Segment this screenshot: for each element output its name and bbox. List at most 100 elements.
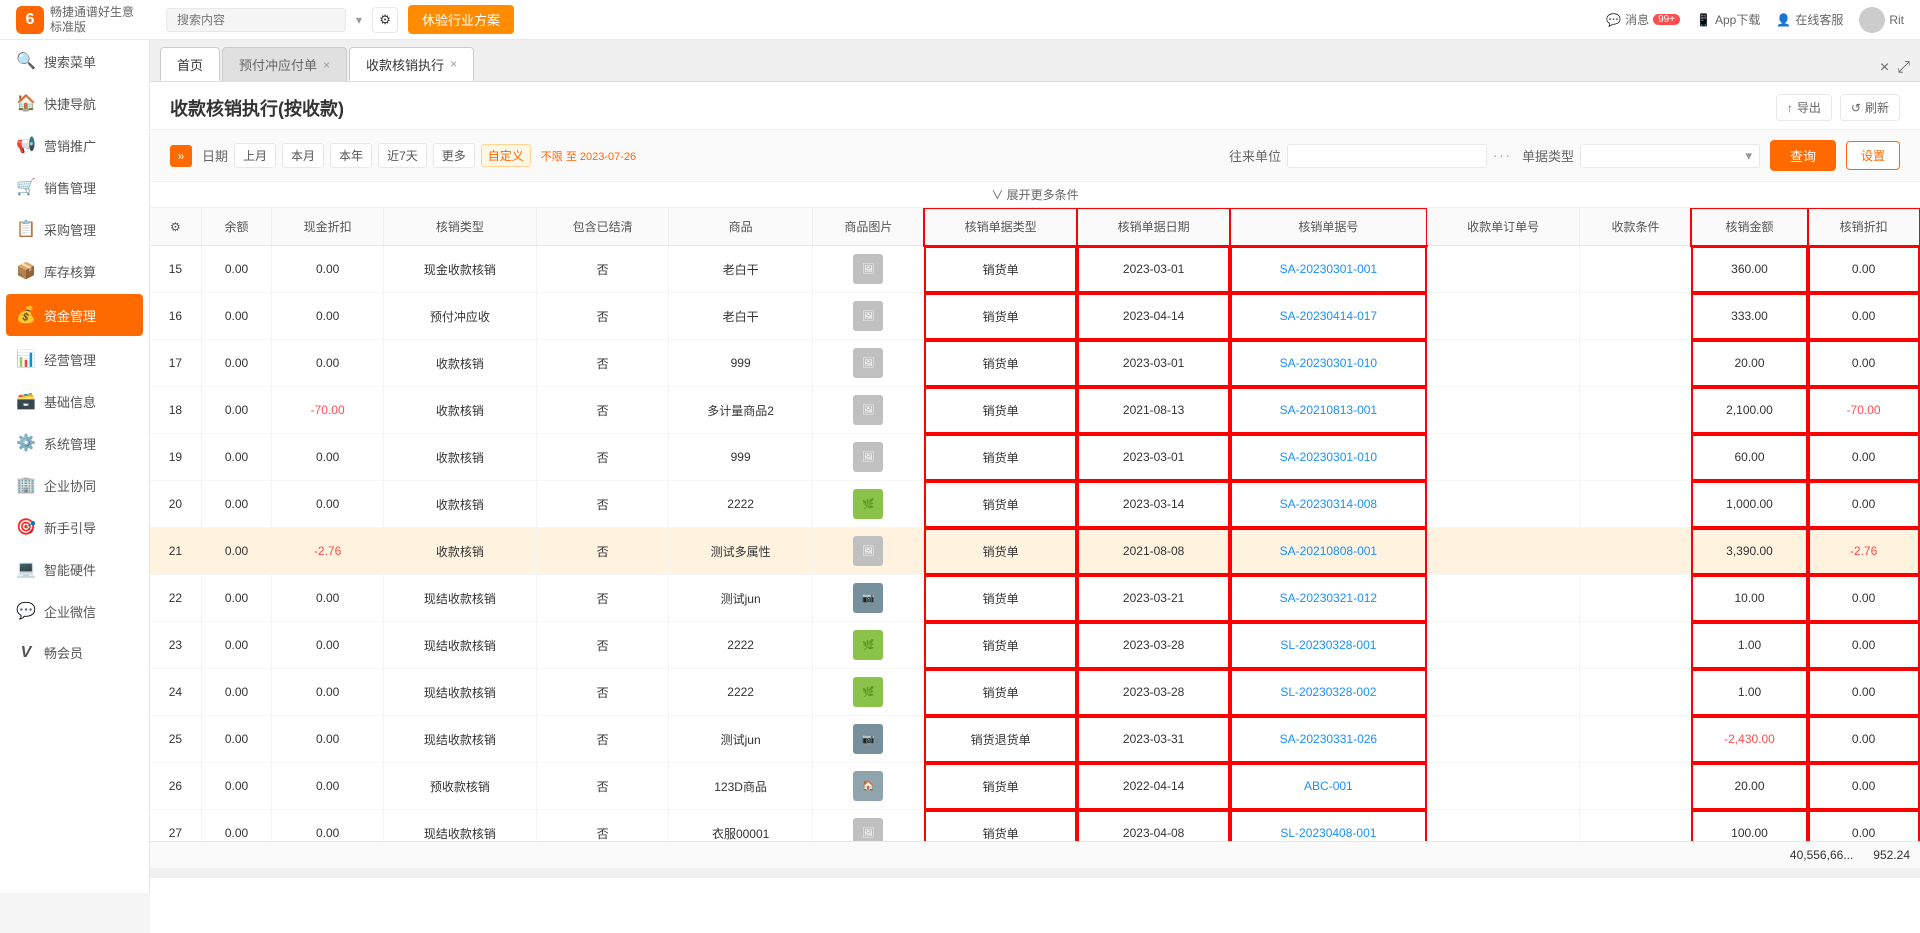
tab-close-all-icon[interactable]: × <box>1880 59 1889 77</box>
sidebar-item-finance[interactable]: 💰 资金管理 <box>6 294 143 336</box>
search-input[interactable] <box>166 8 346 32</box>
sidebar-item-guide[interactable]: 🎯 新手引导 <box>0 506 149 548</box>
refresh-button[interactable]: ↺ 刷新 <box>1840 94 1900 121</box>
voucher-no-link[interactable]: SA-20230301-010 <box>1280 356 1377 370</box>
voucher-no-link[interactable]: SA-20230314-008 <box>1280 497 1377 511</box>
col-gear[interactable]: ⚙ <box>150 208 201 246</box>
voucher-no-link[interactable]: SL-20230328-001 <box>1280 638 1376 652</box>
user-menu[interactable]: Rit <box>1859 7 1904 33</box>
query-button[interactable]: 查询 <box>1770 140 1836 171</box>
cell-goods: 999 <box>669 340 813 387</box>
page-header: 收款核销执行(按收款) ↑ 导出 ↺ 刷新 <box>150 82 1920 130</box>
cell-cancel-amount: 1,000.00 <box>1691 481 1807 528</box>
cell-cancel-voucher-date: 2021-08-08 <box>1077 528 1230 575</box>
sidebar-item-system[interactable]: ⚙️ 系统管理 <box>0 422 149 464</box>
voucher-no-link[interactable]: SA-20230414-017 <box>1280 309 1377 323</box>
voucher-no-link[interactable]: SL-20230408-001 <box>1280 826 1376 840</box>
date-last-7days[interactable]: 近7天 <box>378 143 427 168</box>
date-this-year[interactable]: 本年 <box>330 143 372 168</box>
notification-button[interactable]: 💬 消息 99+ <box>1606 11 1680 28</box>
cell-cancel-voucher-no[interactable]: SA-20230301-001 <box>1230 246 1427 293</box>
cell-cancel-voucher-no[interactable]: SA-20230301-010 <box>1230 340 1427 387</box>
date-this-month[interactable]: 本月 <box>282 143 324 168</box>
online-service-button[interactable]: 👤 在线客服 <box>1776 11 1843 28</box>
app-download-button[interactable]: 📱 App下载 <box>1696 11 1760 28</box>
sidebar-item-label: 智能硬件 <box>44 560 96 579</box>
sidebar-item-label: 经营管理 <box>44 350 96 369</box>
voucher-no-link[interactable]: SA-20230301-001 <box>1280 262 1377 276</box>
cell-cancel-discount: 0.00 <box>1808 481 1920 528</box>
expand-icon[interactable]: » <box>170 145 192 167</box>
dropdown-arrow-icon[interactable]: ▾ <box>356 13 362 27</box>
cell-cancel-voucher-no[interactable]: SL-20230328-001 <box>1230 622 1427 669</box>
tab-receipt-cancel[interactable]: 收款核销执行 × <box>349 47 474 81</box>
tab-home[interactable]: 首页 <box>160 47 220 81</box>
voucher-no-link[interactable]: SA-20230321-012 <box>1280 591 1377 605</box>
tab-prepay[interactable]: 预付冲应付单 × <box>222 47 347 81</box>
cell-cash-discount: 0.00 <box>272 293 384 340</box>
voucher-no-link[interactable]: SA-20230331-026 <box>1280 732 1377 746</box>
cell-cancel-voucher-no[interactable]: SA-20230301-010 <box>1230 434 1427 481</box>
cell-goods-image: 🖼 <box>813 387 925 434</box>
voucher-no-link[interactable]: SA-20210808-001 <box>1280 544 1377 558</box>
expand-more-bar[interactable]: ∨ 展开更多条件 <box>150 182 1920 208</box>
cell-cancel-voucher-no[interactable]: SA-20230414-017 <box>1230 293 1427 340</box>
cell-cancel-voucher-no[interactable]: SL-20230408-001 <box>1230 810 1427 842</box>
sidebar-item-operation[interactable]: 📊 经营管理 <box>0 338 149 380</box>
cell-cancel-voucher-no[interactable]: ABC-001 <box>1230 763 1427 810</box>
cell-cancel-amount: 2,100.00 <box>1691 387 1807 434</box>
cell-cancel-voucher-date: 2022-04-14 <box>1077 763 1230 810</box>
tab-receipt-cancel-close[interactable]: × <box>450 57 457 71</box>
cell-cancel-voucher-no[interactable]: SA-20210813-001 <box>1230 387 1427 434</box>
cell-cancel-voucher-no[interactable]: SA-20230314-008 <box>1230 481 1427 528</box>
tab-prepay-close[interactable]: × <box>323 58 330 72</box>
sidebar-item-corp[interactable]: 🏢 企业协同 <box>0 464 149 506</box>
cell-cancel-voucher-no[interactable]: SA-20210808-001 <box>1230 528 1427 575</box>
tab-expand-icon[interactable]: ⤢ <box>1897 59 1910 77</box>
top-bar-center: ▾ ⚙ 休验行业方案 <box>166 5 1606 34</box>
sidebar-item-marketing[interactable]: 📢 营销推广 <box>0 124 149 166</box>
voucher-no-link[interactable]: SL-20230328-002 <box>1280 685 1376 699</box>
sidebar-item-purchase[interactable]: 📋 采购管理 <box>0 208 149 250</box>
sidebar-item-hardware[interactable]: 💻 智能硬件 <box>0 548 149 590</box>
avatar <box>1859 7 1885 33</box>
sidebar-item-quick[interactable]: 🏠 快捷导航 <box>0 82 149 124</box>
cell-cancel-discount: 0.00 <box>1808 246 1920 293</box>
horizontal-scrollbar[interactable] <box>150 868 1920 878</box>
cell-cancel-voucher-no[interactable]: SA-20230321-012 <box>1230 575 1427 622</box>
sidebar-item-member[interactable]: V 畅会员 <box>0 632 149 673</box>
export-button[interactable]: ↑ 导出 <box>1776 94 1832 121</box>
page-title: 收款核销执行(按收款) <box>170 95 344 121</box>
cell-cash-discount: 0.00 <box>272 763 384 810</box>
voucher-no-link[interactable]: ABC-001 <box>1304 779 1353 793</box>
cell-goods-image: 🖼 <box>813 434 925 481</box>
col-cancel-discount: 核销折扣 <box>1808 208 1920 246</box>
date-custom-btn[interactable]: 自定义 <box>481 144 531 167</box>
sidebar-item-search[interactable]: 🔍 搜索菜单 <box>0 40 149 82</box>
sidebar-item-wechat[interactable]: 💬 企业微信 <box>0 590 149 632</box>
cell-cancel-voucher-no[interactable]: SL-20230328-002 <box>1230 669 1427 716</box>
tab-home-label: 首页 <box>177 55 203 74</box>
sidebar-item-sales[interactable]: 🛒 销售管理 <box>0 166 149 208</box>
cell-cancel-voucher-type: 销货单 <box>924 763 1077 810</box>
sidebar-item-label: 畅会员 <box>44 643 83 662</box>
cell-balance: 0.00 <box>201 716 271 763</box>
voucher-no-link[interactable]: SA-20230301-010 <box>1280 450 1377 464</box>
sidebar-item-label: 资金管理 <box>44 306 96 325</box>
date-more[interactable]: 更多 <box>433 143 475 168</box>
cell-balance: 0.00 <box>201 669 271 716</box>
table-row: 15 0.00 0.00 现金收款核销 否 老白干 🖼 销货单 2023-03-… <box>150 246 1920 293</box>
sidebar-item-inventory[interactable]: 📦 库存核算 <box>0 250 149 292</box>
cell-cancel-type: 现结收款核销 <box>383 669 536 716</box>
settings-button-filter[interactable]: 设置 <box>1846 141 1900 170</box>
cell-cancel-voucher-no[interactable]: SA-20230331-026 <box>1230 716 1427 763</box>
industry-button[interactable]: 休验行业方案 <box>408 5 514 34</box>
date-last-month[interactable]: 上月 <box>234 143 276 168</box>
sidebar-item-basic[interactable]: 🗃️ 基础信息 <box>0 380 149 422</box>
settings-button[interactable]: ⚙ <box>372 7 398 33</box>
col-cancel-voucher-no: 核销单据号 <box>1230 208 1427 246</box>
voucher-type-select[interactable]: 销货单 销货退货单 <box>1580 144 1760 168</box>
cell-balance: 0.00 <box>201 246 271 293</box>
counterpart-input[interactable] <box>1287 144 1487 168</box>
voucher-no-link[interactable]: SA-20210813-001 <box>1280 403 1377 417</box>
